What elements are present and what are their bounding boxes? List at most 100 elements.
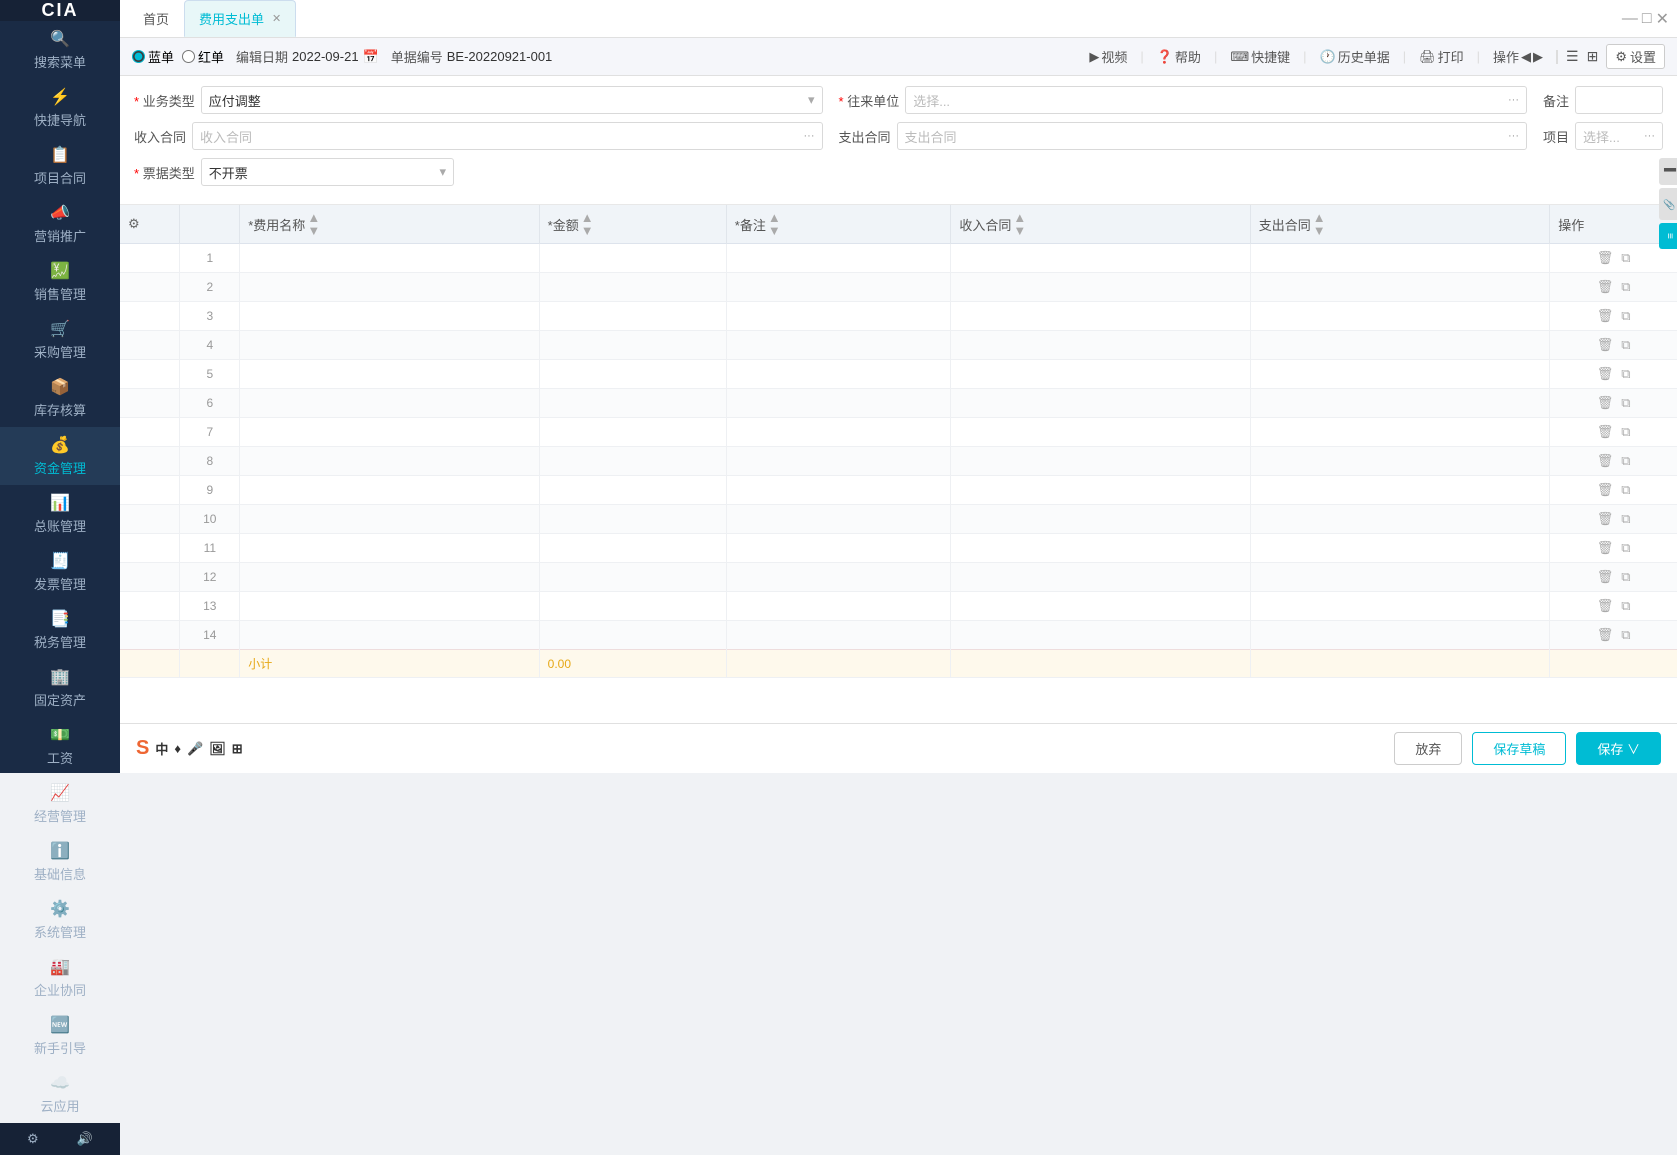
row-note-cell[interactable] xyxy=(726,447,951,476)
row-note-cell[interactable] xyxy=(726,273,951,302)
row-amount-cell[interactable] xyxy=(539,331,726,360)
row-expense-cell[interactable] xyxy=(1250,273,1549,302)
row-amount-cell[interactable] xyxy=(539,389,726,418)
row-income-cell[interactable] xyxy=(951,244,1250,273)
table-settings-icon[interactable]: ⚙ xyxy=(128,216,140,231)
row-note-cell[interactable] xyxy=(726,244,951,273)
right-tab-2[interactable]: 📎 xyxy=(1659,188,1677,220)
radio-blue[interactable]: 蓝单 xyxy=(132,47,174,66)
row-expense-cell[interactable] xyxy=(1250,331,1549,360)
row-name-cell[interactable] xyxy=(240,360,539,389)
th-expense-contract[interactable]: 支出合同 ▲▼ xyxy=(1250,205,1549,244)
th-note[interactable]: *备注 ▲▼ xyxy=(726,205,951,244)
volume-bottom-icon[interactable]: 🔊 xyxy=(77,1131,93,1147)
income-contract-input[interactable]: 收入合同 ··· xyxy=(192,122,822,150)
row-note-cell[interactable] xyxy=(726,505,951,534)
party-input[interactable]: 选择... ··· xyxy=(905,86,1527,114)
row-expense-cell[interactable] xyxy=(1250,505,1549,534)
row-delete-icon[interactable]: 🗑 xyxy=(1595,538,1616,558)
row-amount-cell[interactable] xyxy=(539,563,726,592)
sidebar-item-newguide[interactable]: 🆕 新手引导 xyxy=(0,1007,120,1065)
row-copy-icon[interactable]: ⧉ xyxy=(1619,306,1632,326)
row-note-cell[interactable] xyxy=(726,389,951,418)
row-note-cell[interactable] xyxy=(726,621,951,650)
row-expense-cell[interactable] xyxy=(1250,476,1549,505)
row-delete-icon[interactable]: 🗑 xyxy=(1595,393,1616,413)
sidebar-item-enterprise[interactable]: 🏭 企业协同 xyxy=(0,949,120,1007)
row-amount-cell[interactable] xyxy=(539,621,726,650)
row-delete-icon[interactable]: 🗑 xyxy=(1595,509,1616,529)
sidebar-item-inventory[interactable]: 📦 库存核算 xyxy=(0,369,120,427)
row-income-cell[interactable] xyxy=(951,331,1250,360)
right-tab-3[interactable]: ≡ xyxy=(1659,223,1677,249)
row-note-cell[interactable] xyxy=(726,331,951,360)
row-copy-icon[interactable]: ⧉ xyxy=(1619,567,1632,587)
print-button[interactable]: 🖨 打印 xyxy=(1414,45,1469,68)
radio-red[interactable]: 红单 xyxy=(182,47,224,66)
row-name-cell[interactable] xyxy=(240,389,539,418)
row-name-cell[interactable] xyxy=(240,331,539,360)
row-amount-cell[interactable] xyxy=(539,418,726,447)
calendar-icon[interactable]: 📅 xyxy=(363,49,379,65)
th-settings[interactable]: ⚙ xyxy=(120,205,180,244)
business-type-select[interactable]: 应付调整 ▾ xyxy=(201,86,823,114)
row-income-cell[interactable] xyxy=(951,476,1250,505)
row-copy-icon[interactable]: ⧉ xyxy=(1619,625,1632,645)
row-copy-icon[interactable]: ⧉ xyxy=(1619,277,1632,297)
row-note-cell[interactable] xyxy=(726,360,951,389)
name-sort[interactable]: ▲▼ xyxy=(307,211,320,237)
sidebar-item-tax[interactable]: 📑 税务管理 xyxy=(0,601,120,659)
settings-button[interactable]: ⚙ 设置 xyxy=(1606,44,1665,69)
row-delete-icon[interactable]: 🗑 xyxy=(1595,335,1616,355)
row-copy-icon[interactable]: ⧉ xyxy=(1619,422,1632,442)
row-note-cell[interactable] xyxy=(726,534,951,563)
row-name-cell[interactable] xyxy=(240,273,539,302)
row-note-cell[interactable] xyxy=(726,418,951,447)
right-tab-1[interactable]: ▌ xyxy=(1659,158,1677,185)
row-expense-cell[interactable] xyxy=(1250,592,1549,621)
th-amount[interactable]: *金额 ▲▼ xyxy=(539,205,726,244)
row-name-cell[interactable] xyxy=(240,621,539,650)
tab-close-expense[interactable]: ✕ xyxy=(272,12,281,25)
row-note-cell[interactable] xyxy=(726,563,951,592)
sidebar-item-quicknav[interactable]: ⚡ 快捷导航 xyxy=(0,79,120,137)
row-amount-cell[interactable] xyxy=(539,476,726,505)
tab-expense-bill[interactable]: 费用支出单 ✕ xyxy=(184,0,296,37)
row-delete-icon[interactable]: 🗑 xyxy=(1595,364,1616,384)
sidebar-item-operation[interactable]: 📈 经营管理 xyxy=(0,775,120,833)
window-minimize-icon[interactable]: — xyxy=(1622,10,1638,28)
sidebar-item-accounting[interactable]: 📊 总账管理 xyxy=(0,485,120,543)
mic-icon[interactable]: 🎤 xyxy=(187,741,203,757)
sidebar-item-capital[interactable]: 💰 资金管理 xyxy=(0,427,120,485)
sidebar-item-marketing[interactable]: 📣 营销推广 xyxy=(0,195,120,253)
row-copy-icon[interactable]: ⧉ xyxy=(1619,538,1632,558)
row-amount-cell[interactable] xyxy=(539,534,726,563)
sidebar-item-cloud[interactable]: ☁️ 云应用 xyxy=(0,1065,120,1123)
sidebar-item-system[interactable]: ⚙️ 系统管理 xyxy=(0,891,120,949)
row-copy-icon[interactable]: ⧉ xyxy=(1619,335,1632,355)
tab-home[interactable]: 首页 xyxy=(128,0,184,37)
save-draft-button[interactable]: 保存草稿 xyxy=(1472,732,1566,765)
sidebar-item-salary[interactable]: 💵 工资 xyxy=(0,717,120,775)
history-button[interactable]: 🕐 历史单据 xyxy=(1315,45,1395,68)
window-maximize-icon[interactable]: □ xyxy=(1642,10,1652,28)
row-expense-cell[interactable] xyxy=(1250,389,1549,418)
amount-sort[interactable]: ▲▼ xyxy=(581,211,594,237)
row-income-cell[interactable] xyxy=(951,592,1250,621)
expense-sort[interactable]: ▲▼ xyxy=(1313,211,1326,237)
save-button[interactable]: 保存 ∨ xyxy=(1576,732,1661,765)
row-name-cell[interactable] xyxy=(240,302,539,331)
row-amount-cell[interactable] xyxy=(539,447,726,476)
row-name-cell[interactable] xyxy=(240,505,539,534)
operation-button[interactable]: 操作 ◀ ▶ xyxy=(1488,45,1548,68)
sidebar-item-sales[interactable]: 💹 销售管理 xyxy=(0,253,120,311)
sidebar-item-purchase[interactable]: 🛒 采购管理 xyxy=(0,311,120,369)
row-income-cell[interactable] xyxy=(951,302,1250,331)
row-amount-cell[interactable] xyxy=(539,273,726,302)
row-amount-cell[interactable] xyxy=(539,302,726,331)
invoice-type-select[interactable]: 不开票 ▾ xyxy=(201,158,454,186)
row-copy-icon[interactable]: ⧉ xyxy=(1619,509,1632,529)
row-expense-cell[interactable] xyxy=(1250,302,1549,331)
sidebar-item-search[interactable]: 🔍 搜索菜单 xyxy=(0,21,120,79)
row-copy-icon[interactable]: ⧉ xyxy=(1619,596,1632,616)
